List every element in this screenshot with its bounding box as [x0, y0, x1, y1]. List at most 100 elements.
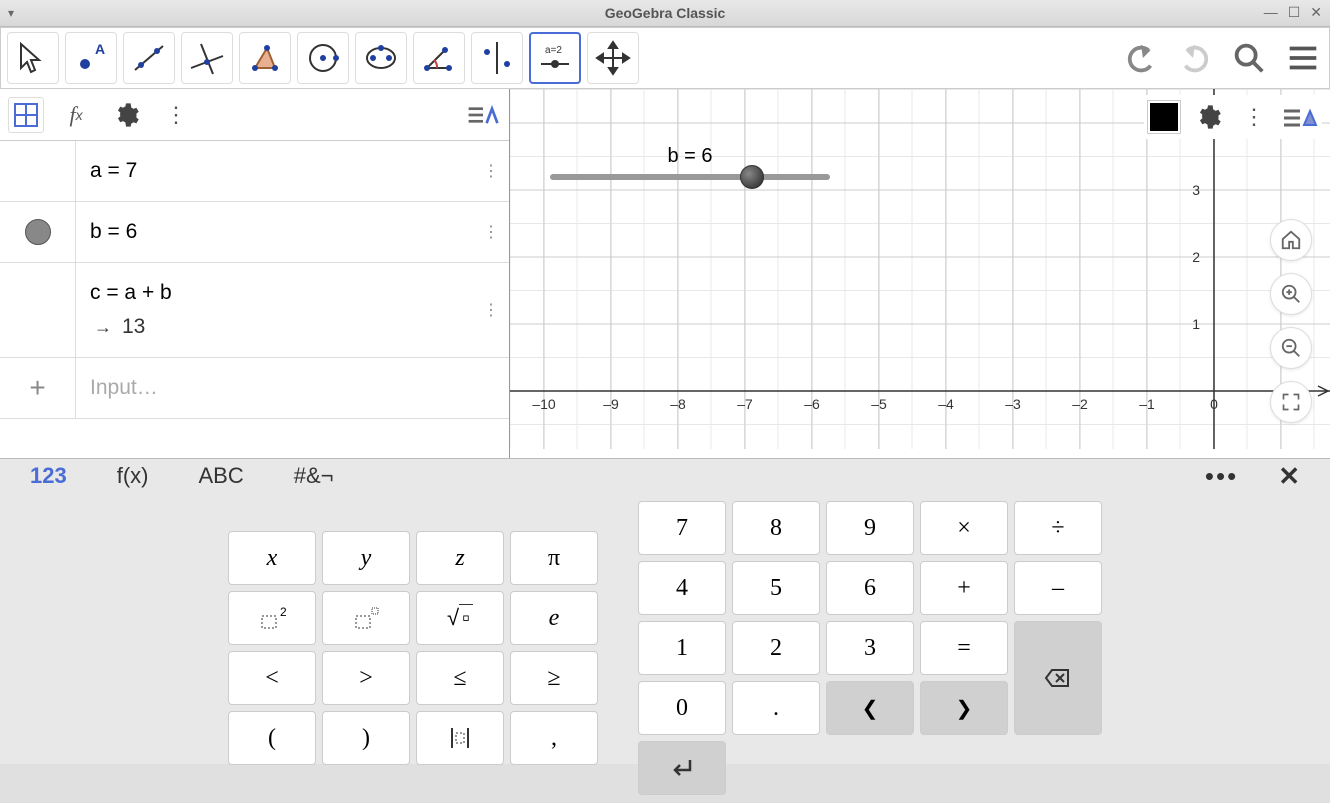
- key-([interactable]: (: [228, 711, 316, 765]
- key-x[interactable]: x: [228, 531, 316, 585]
- fullscreen-button[interactable]: [1270, 381, 1312, 423]
- expression-content[interactable]: c = a + b→13: [76, 263, 473, 357]
- key-≤[interactable]: ≤: [416, 651, 504, 705]
- algebra-row[interactable]: c = a + b→13 ⋮: [0, 263, 509, 358]
- perpendicular-tool[interactable]: [181, 32, 233, 84]
- key-+[interactable]: +: [920, 561, 1008, 615]
- more-icon[interactable]: ⋮: [158, 97, 194, 133]
- graphics-view[interactable]: –10–9–8–7–6–5–4–3–2–10321 b = 6 ⋮: [510, 89, 1330, 458]
- point-tool[interactable]: A: [65, 32, 117, 84]
- algebra-row[interactable]: b = 6 ⋮: [0, 202, 509, 263]
- key-)[interactable]: ): [322, 711, 410, 765]
- graphics-more-icon[interactable]: ⋮: [1236, 99, 1272, 135]
- key-sqrt[interactable]: √▫: [416, 591, 504, 645]
- angle-tool[interactable]: [413, 32, 465, 84]
- key-9[interactable]: 9: [826, 501, 914, 555]
- key-z[interactable]: z: [416, 531, 504, 585]
- row-more-icon[interactable]: ⋮: [473, 202, 509, 262]
- undo-button[interactable]: [1121, 38, 1161, 78]
- key-÷[interactable]: ÷: [1014, 501, 1102, 555]
- row-more-icon[interactable]: ⋮: [473, 141, 509, 201]
- algebra-row[interactable]: a = 7 ⋮: [0, 141, 509, 202]
- settings-icon[interactable]: [108, 97, 144, 133]
- key-7[interactable]: 7: [638, 501, 726, 555]
- expression-content[interactable]: a = 7: [76, 141, 473, 201]
- svg-text:–9: –9: [603, 396, 619, 412]
- key-sq[interactable]: 2: [228, 591, 316, 645]
- key-bksp[interactable]: [1014, 621, 1102, 735]
- key-y[interactable]: y: [322, 531, 410, 585]
- visibility-marker[interactable]: [0, 263, 76, 357]
- slider-object[interactable]: b = 6: [550, 145, 830, 180]
- svg-text:–1: –1: [1139, 396, 1155, 412]
- key-right[interactable]: ❯: [920, 681, 1008, 735]
- sort-icon[interactable]: [465, 97, 501, 133]
- slider-tool[interactable]: a=2: [529, 32, 581, 84]
- line-tool[interactable]: [123, 32, 175, 84]
- close-window-icon[interactable]: ✕: [1310, 4, 1322, 21]
- home-button[interactable]: [1270, 219, 1312, 261]
- algebra-view: fx ⋮ a = 7 ⋮ b = 6 ⋮ c = a + b→13 ⋮ +: [0, 89, 510, 458]
- graphics-settings-icon[interactable]: [1190, 99, 1226, 135]
- key-≥[interactable]: ≥: [510, 651, 598, 705]
- key-.[interactable]: .: [732, 681, 820, 735]
- kb-tab-123[interactable]: 123: [20, 459, 77, 493]
- key-,[interactable]: ,: [510, 711, 598, 765]
- key->[interactable]: >: [322, 651, 410, 705]
- key-π[interactable]: π: [510, 531, 598, 585]
- grid-canvas[interactable]: –10–9–8–7–6–5–4–3–2–10321: [510, 89, 1330, 449]
- key-enter[interactable]: [638, 741, 726, 795]
- kb-tab-fx[interactable]: f(x): [107, 459, 159, 493]
- move-graphics-tool[interactable]: [587, 32, 639, 84]
- move-tool[interactable]: [7, 32, 59, 84]
- zoom-in-button[interactable]: [1270, 273, 1312, 315]
- menu-button[interactable]: [1283, 38, 1323, 78]
- key-3[interactable]: 3: [826, 621, 914, 675]
- key-6[interactable]: 6: [826, 561, 914, 615]
- svg-text:1: 1: [1192, 316, 1200, 332]
- window-menu-icon[interactable]: ▾: [8, 6, 14, 20]
- expression-content[interactable]: b = 6: [76, 202, 473, 262]
- key-4[interactable]: 4: [638, 561, 726, 615]
- key-2[interactable]: 2: [732, 621, 820, 675]
- key-1[interactable]: 1: [638, 621, 726, 675]
- key-exp[interactable]: [322, 591, 410, 645]
- key-×[interactable]: ×: [920, 501, 1008, 555]
- kb-tab-sym[interactable]: #&¬: [284, 459, 344, 493]
- algebra-toggle-icon[interactable]: [8, 97, 44, 133]
- svg-text:2: 2: [280, 605, 286, 619]
- add-row-icon[interactable]: +: [0, 358, 76, 418]
- ellipse-tool[interactable]: [355, 32, 407, 84]
- algebra-input[interactable]: [90, 376, 495, 400]
- key-left[interactable]: ❮: [826, 681, 914, 735]
- visibility-marker[interactable]: [0, 202, 76, 262]
- visibility-marker[interactable]: [0, 141, 76, 201]
- kb-tab-abc[interactable]: ABC: [188, 459, 253, 493]
- slider-handle[interactable]: [740, 165, 764, 189]
- reflect-tool[interactable]: [471, 32, 523, 84]
- search-button[interactable]: [1229, 38, 1269, 78]
- graphics-style-icon[interactable]: [1282, 99, 1318, 135]
- maximize-icon[interactable]: ☐: [1288, 4, 1301, 21]
- kb-close-icon[interactable]: ✕: [1268, 461, 1310, 492]
- minimize-icon[interactable]: —: [1264, 4, 1278, 21]
- polygon-tool[interactable]: [239, 32, 291, 84]
- key-5[interactable]: 5: [732, 561, 820, 615]
- redo-button[interactable]: [1175, 38, 1215, 78]
- kb-more-icon[interactable]: •••: [1205, 461, 1238, 492]
- slider-track[interactable]: [550, 174, 830, 180]
- main-toolbar: A a=2: [0, 27, 1330, 89]
- key-abs[interactable]: [416, 711, 504, 765]
- row-more-icon[interactable]: ⋮: [473, 263, 509, 357]
- key-<[interactable]: <: [228, 651, 316, 705]
- key-=[interactable]: =: [920, 621, 1008, 675]
- key-8[interactable]: 8: [732, 501, 820, 555]
- color-selector[interactable]: [1148, 101, 1180, 133]
- key-e[interactable]: e: [510, 591, 598, 645]
- zoom-out-button[interactable]: [1270, 327, 1312, 369]
- key-0[interactable]: 0: [638, 681, 726, 735]
- key-–[interactable]: –: [1014, 561, 1102, 615]
- svg-text:A: A: [95, 41, 105, 57]
- circle-tool[interactable]: [297, 32, 349, 84]
- fx-icon[interactable]: fx: [58, 97, 94, 133]
